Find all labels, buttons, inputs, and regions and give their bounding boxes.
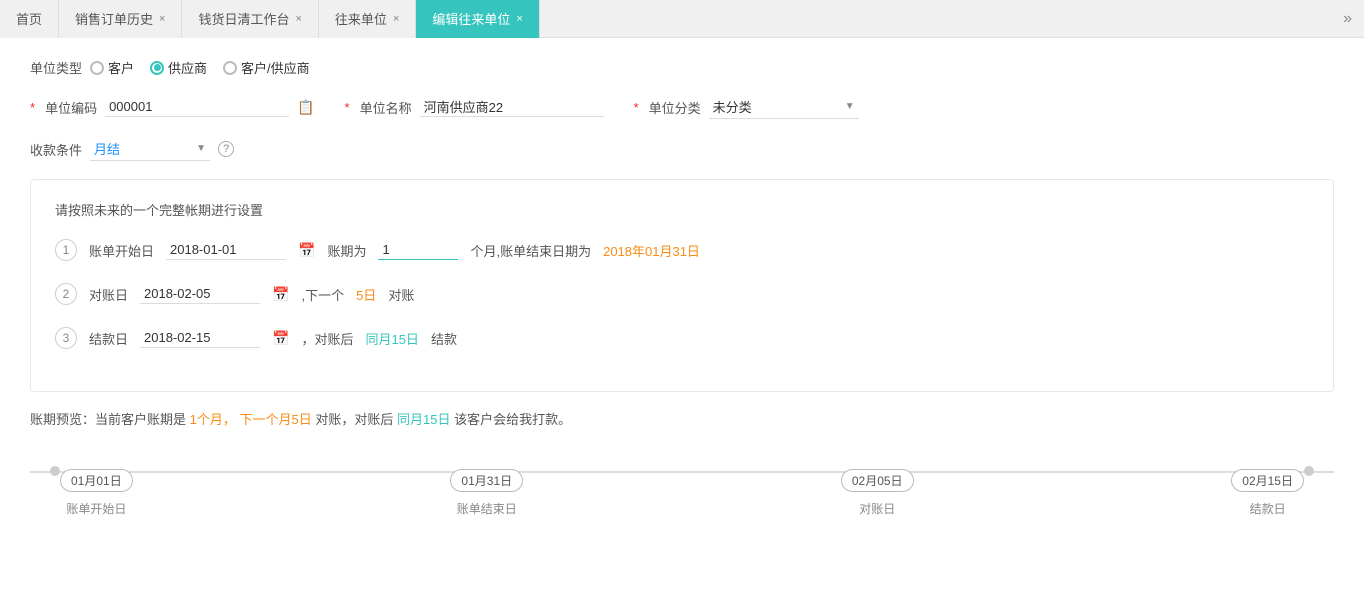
payment-terms-select[interactable]: 月结 ▼ xyxy=(90,137,210,161)
radio-both[interactable]: 客户/供应商 xyxy=(223,58,310,77)
step2-suffix-prefix: ,下一个 xyxy=(301,285,344,304)
unit-code-field: * 单位编码 📋 xyxy=(30,97,315,117)
unit-name-label: 单位名称 xyxy=(360,98,412,117)
unit-type-field: 单位类型 客户 供应商 客户/供应商 xyxy=(30,58,310,77)
dropdown-arrow-icon: ▼ xyxy=(845,101,855,112)
timeline-badge-1: 01月01日 xyxy=(60,469,133,492)
unit-category-field: * 单位分类 未分类 ▼ xyxy=(634,95,859,119)
preview-part2: 下一个月5日 xyxy=(240,412,312,427)
timeline-badge-2: 01月31日 xyxy=(450,469,523,492)
close-icon[interactable]: × xyxy=(516,13,522,25)
step2-date-input[interactable] xyxy=(140,284,260,304)
tab-cashbook[interactable]: 钱货日清工作台 × xyxy=(182,0,318,38)
payment-terms-value: 月结 xyxy=(94,139,192,158)
settings-card: 请按照未来的一个完整帐期进行设置 1 账单开始日 📅 账期为 个月,账单结束日期… xyxy=(30,179,1334,392)
close-icon[interactable]: × xyxy=(159,13,165,25)
unit-name-field: * 单位名称 xyxy=(345,97,604,117)
step3-date-input[interactable] xyxy=(140,328,260,348)
step-num-1: 1 xyxy=(55,239,77,261)
unit-category-select[interactable]: 未分类 ▼ xyxy=(709,95,859,119)
step-row-3: 3 结款日 📅 ，对账后 同月15日 结款 xyxy=(55,327,1309,349)
unit-code-label: 单位编码 xyxy=(45,98,97,117)
radio-customer-label: 客户 xyxy=(108,58,134,77)
tab-partner[interactable]: 往来单位 × xyxy=(319,0,416,38)
step1-end-date: 2018年01月31日 xyxy=(603,241,700,260)
required-star-name: * xyxy=(345,100,350,115)
step-label-1: 账单开始日 xyxy=(89,241,154,260)
radio-customer-circle xyxy=(90,61,104,75)
preview-mid: 对账，对账后 xyxy=(315,412,393,427)
unit-code-input[interactable] xyxy=(105,97,289,117)
timeline-label-3: 对账日 xyxy=(859,500,895,517)
help-icon[interactable]: ? xyxy=(218,141,234,157)
close-icon[interactable]: × xyxy=(295,13,301,25)
unit-type-radio-group: 客户 供应商 客户/供应商 xyxy=(90,58,310,77)
step2-suffix-text: 对账 xyxy=(388,285,414,304)
timeline-label-1: 账单开始日 xyxy=(66,500,126,517)
timeline-point-3: 02月05日 对账日 xyxy=(841,451,914,517)
timeline-point-4: 02月15日 结款日 xyxy=(1231,451,1304,517)
radio-supplier-circle xyxy=(150,61,164,75)
required-star-code: * xyxy=(30,100,35,115)
timeline-section: 01月01日 账单开始日 01月31日 账单结束日 02月05日 对账日 02月… xyxy=(30,451,1334,517)
preview-end: 该客户会给我打款。 xyxy=(454,412,571,427)
step3-highlight: 同月15日 xyxy=(365,329,418,348)
tab-edit-partner[interactable]: 编辑往来单位 × xyxy=(416,0,539,38)
step1-suffix-text: 个月,账单结束日期为 xyxy=(470,241,591,260)
step3-calendar-icon[interactable]: 📅 xyxy=(272,330,289,347)
radio-both-circle xyxy=(223,61,237,75)
timeline-point-2: 01月31日 账单结束日 xyxy=(450,451,523,517)
payment-terms-label: 收款条件 xyxy=(30,140,82,159)
unit-category-label: 单位分类 xyxy=(649,98,701,117)
main-content: 单位类型 客户 供应商 客户/供应商 * 单位编码 xyxy=(0,38,1364,608)
step2-highlight: 5日 xyxy=(356,285,376,304)
step1-calendar-icon[interactable]: 📅 xyxy=(298,242,315,259)
step3-suffix-text: 结款 xyxy=(431,329,457,348)
step-label-2: 对账日 xyxy=(89,285,128,304)
preview-part3: 同月15日 xyxy=(397,412,450,427)
timeline-points: 01月01日 账单开始日 01月31日 账单结束日 02月05日 对账日 02月… xyxy=(50,451,1314,517)
step-num-3: 3 xyxy=(55,327,77,349)
timeline-label-4: 结款日 xyxy=(1250,500,1286,517)
unit-type-row: 单位类型 客户 供应商 客户/供应商 xyxy=(30,58,1334,77)
payment-dropdown-arrow-icon: ▼ xyxy=(196,143,206,154)
card-title: 请按照未来的一个完整帐期进行设置 xyxy=(55,200,1309,219)
tabs-bar: 首页 销售订单历史 × 钱货日清工作台 × 往来单位 × 编辑往来单位 × » xyxy=(0,0,1364,38)
preview-label: 账期预览：当前客户账期是 xyxy=(30,412,186,427)
tab-sales-history[interactable]: 销售订单历史 × xyxy=(59,0,182,38)
radio-both-label: 客户/供应商 xyxy=(241,58,310,77)
preview-section: 账期预览：当前客户账期是 1个月， 下一个月5日 对账，对账后 同月15日 该客… xyxy=(30,408,1334,431)
unit-info-row: * 单位编码 📋 * 单位名称 * 单位分类 未分类 ▼ xyxy=(30,95,1334,119)
unit-category-value: 未分类 xyxy=(713,97,841,116)
step1-period-input[interactable] xyxy=(378,240,458,260)
step1-date-input[interactable] xyxy=(166,240,286,260)
step-row-1: 1 账单开始日 📅 账期为 个月,账单结束日期为 2018年01月31日 xyxy=(55,239,1309,261)
step3-suffix-prefix: ，对账后 xyxy=(301,329,353,348)
tabs-expand-button[interactable]: » xyxy=(1331,10,1364,28)
step2-calendar-icon[interactable]: 📅 xyxy=(272,286,289,303)
payment-terms-field: 收款条件 月结 ▼ ? xyxy=(30,137,234,161)
required-star-cat: * xyxy=(634,100,639,115)
radio-supplier[interactable]: 供应商 xyxy=(150,58,207,77)
preview-part1: 1个月， xyxy=(190,412,236,427)
radio-supplier-label: 供应商 xyxy=(168,58,207,77)
timeline-badge-3: 02月05日 xyxy=(841,469,914,492)
close-icon[interactable]: × xyxy=(393,13,399,25)
step1-mid-text: 账期为 xyxy=(327,241,366,260)
unit-type-label: 单位类型 xyxy=(30,58,82,77)
timeline-label-2: 账单结束日 xyxy=(457,500,517,517)
payment-terms-row: 收款条件 月结 ▼ ? xyxy=(30,137,1334,161)
timeline-badge-4: 02月15日 xyxy=(1231,469,1304,492)
unit-code-icon[interactable]: 📋 xyxy=(297,99,314,116)
tab-home[interactable]: 首页 xyxy=(0,0,59,38)
step-num-2: 2 xyxy=(55,283,77,305)
radio-customer[interactable]: 客户 xyxy=(90,58,134,77)
step-label-3: 结款日 xyxy=(89,329,128,348)
step-row-2: 2 对账日 📅 ,下一个 5日 对账 xyxy=(55,283,1309,305)
unit-name-input[interactable] xyxy=(420,97,604,117)
timeline-point-1: 01月01日 账单开始日 xyxy=(60,451,133,517)
